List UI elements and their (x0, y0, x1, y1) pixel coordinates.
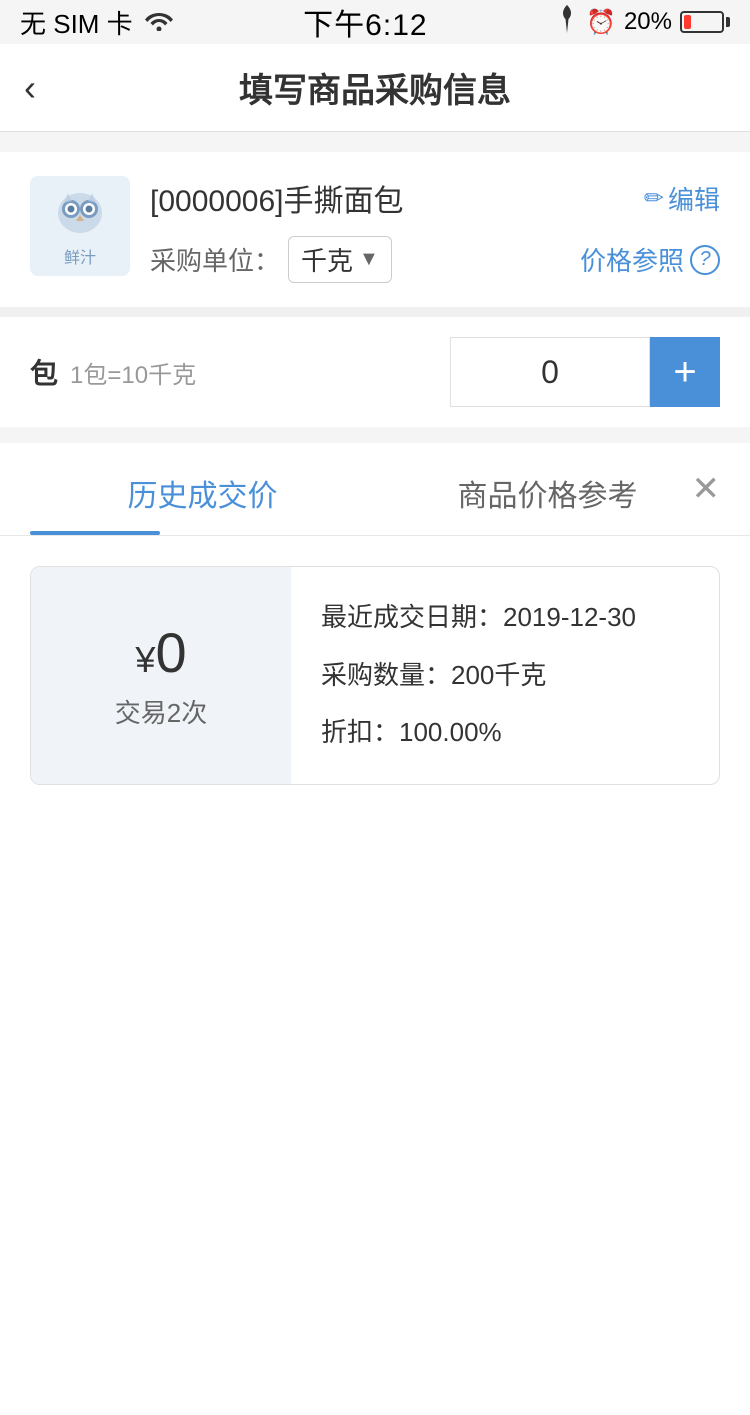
product-name-row: [0000006]手撕面包 ✏ 编辑 (150, 176, 720, 220)
price-card-left: ¥0 交易2次 (31, 567, 291, 784)
location-icon (556, 5, 578, 40)
quantity-value: 200千克 (451, 660, 546, 690)
quantity-input[interactable]: 0 (450, 337, 650, 407)
product-logo-text: 鲜汁 (64, 244, 96, 268)
price-discount: 折扣：100.00% (321, 712, 689, 754)
price-recent-date: 最近成交日期：2019-12-30 (321, 597, 689, 639)
bottom-content-area (0, 815, 750, 1415)
price-card: ¥0 交易2次 最近成交日期：2019-12-30 采购数量：200千克 折扣：… (30, 566, 720, 785)
product-unit-row: 采购单位： 千克 ▼ 价格参照 ? (150, 236, 720, 283)
price-currency: ¥ (135, 639, 155, 680)
unit-arrow-icon: ▼ (359, 248, 379, 271)
price-content: ¥0 交易2次 最近成交日期：2019-12-30 采购数量：200千克 折扣：… (0, 536, 750, 815)
price-card-right: 最近成交日期：2019-12-30 采购数量：200千克 折扣：100.00% (291, 567, 719, 784)
section-divider (0, 307, 750, 317)
battery-icon (680, 11, 730, 33)
price-panel-close-button[interactable]: ✕ (692, 469, 721, 509)
quantity-unit-box: 包 (30, 352, 58, 392)
status-carrier: 无 SIM 卡 (20, 4, 175, 41)
status-bar: 无 SIM 卡 下午6:12 ⏰ 20% (0, 0, 750, 44)
product-name: [0000006]手撕面包 (150, 176, 403, 220)
price-quantity: 采购数量：200千克 (321, 655, 689, 697)
quantity-section: 包 1包=10千克 0 + (0, 317, 750, 427)
status-indicators: ⏰ 20% (556, 5, 730, 40)
price-ref-label: 价格参照 (580, 241, 684, 278)
edit-label: 编辑 (668, 180, 720, 217)
price-ref-info-icon: ? (690, 245, 720, 275)
unit-select-dropdown[interactable]: 千克 ▼ (288, 236, 392, 283)
tab-active-underline (30, 531, 160, 535)
quantity-conversion: 1包=10千克 (70, 355, 196, 390)
tab-history-price[interactable]: 历史成交价 (30, 443, 375, 535)
unit-value: 千克 (301, 241, 353, 278)
price-ref-button[interactable]: 价格参照 ? (580, 241, 720, 278)
alarm-icon: ⏰ (586, 8, 616, 37)
price-transactions: 交易2次 (115, 693, 207, 730)
back-button[interactable]: ‹ (24, 67, 36, 109)
price-panel-tabs: 历史成交价 商品价格参考 ✕ (0, 443, 750, 536)
product-info: [0000006]手撕面包 ✏ 编辑 采购单位： 千克 ▼ 价格参照 ? (150, 176, 720, 283)
price-value: ¥0 (135, 620, 186, 685)
nav-bar: ‹ 填写商品采购信息 (0, 44, 750, 132)
recent-date-value: 2019-12-30 (503, 602, 636, 632)
recent-date-label: 最近成交日期： (321, 602, 503, 632)
status-time: 下午6:12 (303, 0, 427, 44)
price-amount: 0 (155, 621, 186, 684)
wifi-icon (143, 7, 175, 38)
carrier-text: 无 SIM 卡 (20, 4, 133, 41)
battery-percent: 20% (624, 8, 672, 36)
quantity-plus-button[interactable]: + (650, 337, 720, 407)
quantity-stepper: 0 + (450, 337, 720, 407)
page-title: 填写商品采购信息 (239, 63, 511, 112)
product-header: 鲜汁 [0000006]手撕面包 ✏ 编辑 采购单位： 千克 ▼ (30, 176, 720, 283)
discount-label: 折扣： (321, 717, 399, 747)
price-panel: 历史成交价 商品价格参考 ✕ ¥0 交易2次 最近成交日期：2019-12-30… (0, 443, 750, 815)
discount-value: 100.00% (399, 717, 502, 747)
edit-button[interactable]: ✏ 编辑 (644, 180, 720, 217)
product-card: 鲜汁 [0000006]手撕面包 ✏ 编辑 采购单位： 千克 ▼ (0, 152, 750, 307)
unit-label: 采购单位： (150, 241, 280, 278)
product-logo-icon (50, 185, 110, 244)
product-image: 鲜汁 (30, 176, 130, 276)
quantity-unit-info: 包 1包=10千克 (30, 352, 196, 392)
tab-product-price-ref[interactable]: 商品价格参考 (375, 443, 720, 535)
edit-icon: ✏ (644, 184, 664, 213)
quantity-label: 采购数量： (321, 660, 451, 690)
